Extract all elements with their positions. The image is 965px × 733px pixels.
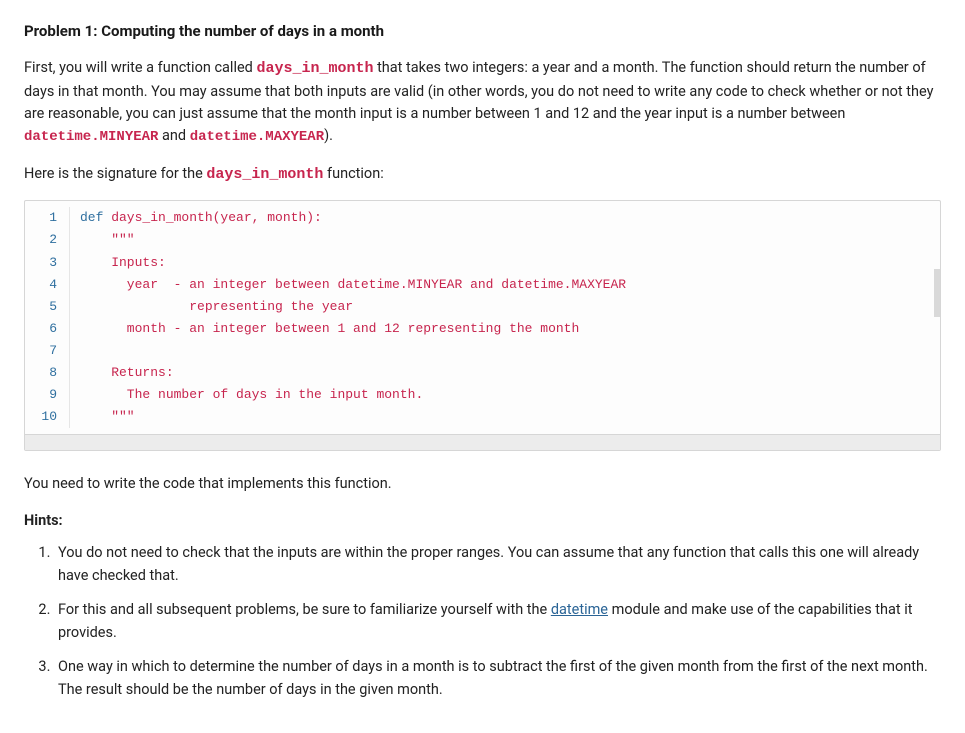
code-line: month - an integer between 1 and 12 repr… xyxy=(80,318,940,340)
hint-text: For this and all subsequent problems, be… xyxy=(58,601,551,618)
code-line xyxy=(80,340,940,362)
minyear-inline: datetime.MINYEAR xyxy=(24,129,158,145)
hints-heading: Hints: xyxy=(24,510,941,532)
line-number: 8 xyxy=(25,362,57,384)
code-line: The number of days in the input month. xyxy=(80,384,940,406)
code-line: representing the year xyxy=(80,296,940,318)
line-number: 10 xyxy=(25,406,57,428)
line-number: 6 xyxy=(25,318,57,340)
datetime-link[interactable]: datetime xyxy=(551,601,608,618)
code-line: Returns: xyxy=(80,362,940,384)
code-line: """ xyxy=(80,406,940,428)
line-number: 1 xyxy=(25,207,57,229)
line-number: 4 xyxy=(25,274,57,296)
horizontal-scrollbar[interactable] xyxy=(25,434,940,450)
maxyear-inline: datetime.MAXYEAR xyxy=(190,129,324,145)
line-number-gutter: 1 2 3 4 5 6 7 8 9 10 xyxy=(25,207,69,428)
line-number: 9 xyxy=(25,384,57,406)
hints-list: You do not need to check that the inputs… xyxy=(24,542,941,701)
hint-item: For this and all subsequent problems, be… xyxy=(54,599,941,644)
intro-text: and xyxy=(158,127,189,144)
intro-text: function: xyxy=(323,165,383,182)
code-line: Inputs: xyxy=(80,252,940,274)
line-number: 7 xyxy=(25,340,57,362)
intro-paragraph-2: Here is the signature for the days_in_mo… xyxy=(24,163,941,186)
intro-text: ). xyxy=(324,127,333,144)
problem-title: Problem 1: Computing the number of days … xyxy=(24,20,941,43)
intro-paragraph-1: First, you will write a function called … xyxy=(24,57,941,149)
code-keyword: def xyxy=(80,210,103,225)
intro-text: Here is the signature for the xyxy=(24,165,206,182)
fn-name-inline: days_in_month xyxy=(256,60,373,77)
line-number: 5 xyxy=(25,296,57,318)
code-line: """ xyxy=(80,229,940,251)
code-line: year - an integer between datetime.MINYE… xyxy=(80,274,940,296)
fn-name-inline: days_in_month xyxy=(206,166,323,183)
instruction-text: You need to write the code that implemen… xyxy=(24,473,941,495)
code-block: 1 2 3 4 5 6 7 8 9 10 def days_in_month(y… xyxy=(24,200,941,451)
code-content: def days_in_month(year, month): """ Inpu… xyxy=(69,207,940,428)
intro-text: First, you will write a function called xyxy=(24,59,256,76)
line-number: 3 xyxy=(25,252,57,274)
hint-item: One way in which to determine the number… xyxy=(54,656,941,701)
line-number: 2 xyxy=(25,229,57,251)
hint-item: You do not need to check that the inputs… xyxy=(54,542,941,587)
scrollbar-stub xyxy=(934,269,940,317)
code-text: days_in_month(year, month): xyxy=(103,210,321,225)
